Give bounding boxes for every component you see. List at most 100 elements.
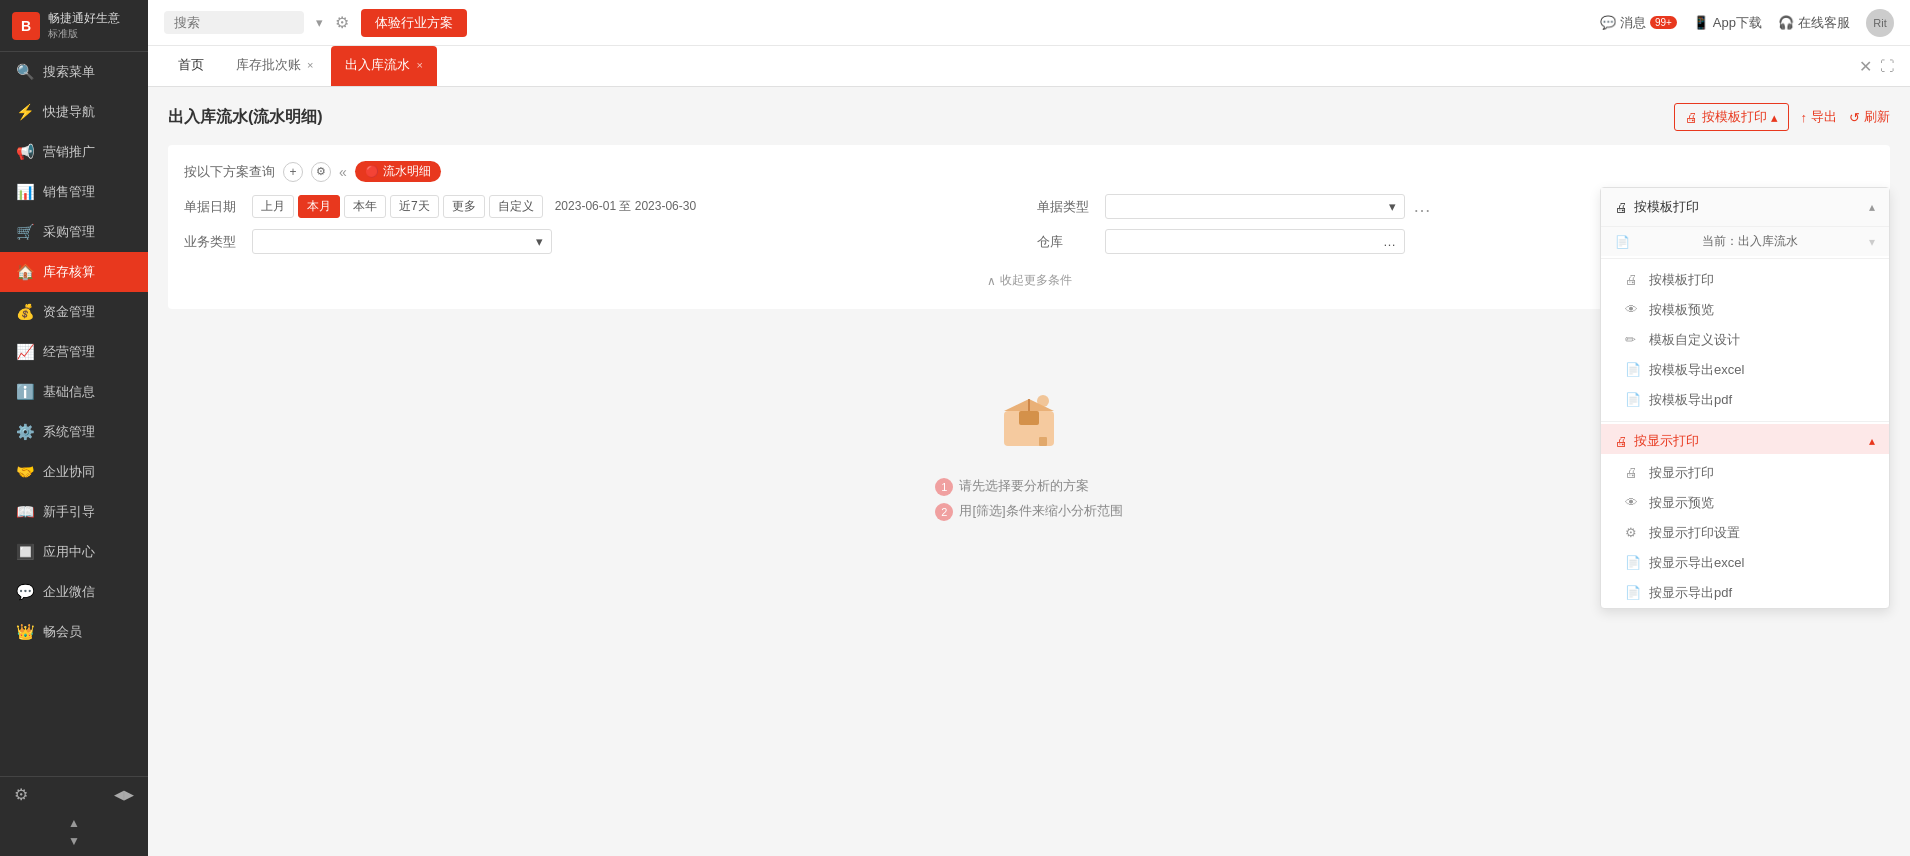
print-display-pdf-label: 按显示导出pdf xyxy=(1649,584,1732,602)
sidebar-item-guide[interactable]: 📖 新手引导 xyxy=(0,492,148,532)
date-btn-this-month[interactable]: 本月 xyxy=(298,195,340,218)
sidebar-item-operations[interactable]: 📈 经营管理 xyxy=(0,332,148,372)
sidebar-item-search[interactable]: 🔍 搜索菜单 xyxy=(0,52,148,92)
export-icon: ↑ xyxy=(1801,110,1808,125)
export-btn[interactable]: ↑ 导出 xyxy=(1801,108,1838,126)
print-item-display-print[interactable]: 🖨 按显示打印 xyxy=(1601,458,1889,488)
tabs-bar: 首页 库存批次账 × 出入库流水 × ✕ ⛶ xyxy=(148,46,1910,87)
online-service-btn[interactable]: 🎧 在线客服 xyxy=(1778,14,1850,32)
app-download-btn[interactable]: 📱 App下载 xyxy=(1693,14,1762,32)
page-title: 出入库流水(流水明细) xyxy=(168,107,323,128)
scroll-down-btn[interactable]: ▼ xyxy=(68,834,80,848)
print-item-template-export-pdf[interactable]: 📄 按模板导出pdf xyxy=(1601,385,1889,415)
sidebar-item-label: 采购管理 xyxy=(43,223,95,241)
print-display-settings-label: 按显示打印设置 xyxy=(1649,524,1740,542)
tip-text-1: 请先选择要分析的方案 xyxy=(959,477,1089,495)
sidebar-item-marketing[interactable]: 📢 营销推广 xyxy=(0,132,148,172)
tab-inout-flow-close[interactable]: × xyxy=(416,59,422,71)
print-item-display-preview[interactable]: 👁 按显示预览 xyxy=(1601,488,1889,518)
filter-tag-label: 流水明细 xyxy=(383,163,431,180)
print-item-template-preview[interactable]: 👁 按模板预览 xyxy=(1601,295,1889,325)
filter-collapse-icon[interactable]: « xyxy=(339,164,347,180)
trial-btn[interactable]: 体验行业方案 xyxy=(361,9,467,37)
date-btn-custom[interactable]: 自定义 xyxy=(489,195,543,218)
sidebar-item-sales[interactable]: 📊 销售管理 xyxy=(0,172,148,212)
print-item-template-custom[interactable]: ✏ 模板自定义设计 xyxy=(1601,325,1889,355)
tab-inout-flow[interactable]: 出入库流水 × xyxy=(331,46,436,86)
sidebar-item-vip[interactable]: 👑 畅会员 xyxy=(0,612,148,652)
sidebar-item-inventory[interactable]: 🏠 库存核算 xyxy=(0,252,148,292)
filter-doctype-more[interactable]: … xyxy=(1413,196,1431,217)
sidebar-item-basic[interactable]: ℹ️ 基础信息 xyxy=(0,372,148,412)
sidebar-item-purchase[interactable]: 🛒 采购管理 xyxy=(0,212,148,252)
refresh-icon: ↺ xyxy=(1849,110,1860,125)
sidebar-item-quick-nav[interactable]: ⚡ 快捷导航 xyxy=(0,92,148,132)
sidebar-item-appcenter[interactable]: 🔲 应用中心 xyxy=(0,532,148,572)
print-display-group-title: 🖨 按显示打印 xyxy=(1615,432,1699,450)
print-item-display-export-excel[interactable]: 📄 按显示导出excel xyxy=(1601,548,1889,578)
finance-icon: 💰 xyxy=(16,303,35,321)
scroll-up-btn[interactable]: ▲ xyxy=(68,816,80,830)
tab-home[interactable]: 首页 xyxy=(164,46,218,86)
print-item-display-print-settings[interactable]: ⚙ 按显示打印设置 xyxy=(1601,518,1889,548)
sidebar-settings-icon[interactable]: ⚙ xyxy=(14,785,28,804)
page-content: 出入库流水(流水明细) 🖨 按模板打印 ▴ ↑ 导出 ↺ 刷新 xyxy=(148,87,1910,856)
printer-icon: 🖨 xyxy=(1685,110,1698,125)
filter-warehouse-label: 仓库 xyxy=(1037,233,1097,251)
print-item-template-print[interactable]: 🖨 按模板打印 xyxy=(1601,265,1889,295)
sidebar-item-system[interactable]: ⚙️ 系统管理 xyxy=(0,412,148,452)
print-dropdown-collapse-arrow[interactable]: ▴ xyxy=(1869,200,1875,214)
appcenter-icon: 🔲 xyxy=(16,543,35,561)
sidebar-item-finance[interactable]: 💰 资金管理 xyxy=(0,292,148,332)
date-btn-this-year[interactable]: 本年 xyxy=(344,195,386,218)
print-dropdown-title: 🖨 按模板打印 xyxy=(1615,198,1699,216)
date-btn-last-month[interactable]: 上月 xyxy=(252,195,294,218)
filter-biztype-select[interactable]: ▾ xyxy=(252,229,552,254)
print-tpl-custom-label: 模板自定义设计 xyxy=(1649,331,1740,349)
collapse-label: 收起更多条件 xyxy=(1000,272,1072,289)
filter-settings-btn[interactable]: ⚙ xyxy=(311,162,331,182)
close-window-btn[interactable]: ✕ xyxy=(1859,57,1872,76)
refresh-btn[interactable]: ↺ 刷新 xyxy=(1849,108,1890,126)
print-display-group-header[interactable]: 🖨 按显示打印 ▴ xyxy=(1601,424,1889,454)
tab-inventory-batch-close[interactable]: × xyxy=(307,59,313,71)
print-display-print-label: 按显示打印 xyxy=(1649,464,1714,482)
app-version: 标准版 xyxy=(48,27,120,41)
export-label: 导出 xyxy=(1811,108,1837,126)
excel-icon: 📄 xyxy=(1625,362,1641,378)
display-group-title-text: 按显示打印 xyxy=(1634,432,1699,450)
topbar: ▾ ⚙ 体验行业方案 💬 消息 99+ 📱 App下载 🎧 在线客服 Rit xyxy=(148,0,1910,46)
page-header: 出入库流水(流水明细) 🖨 按模板打印 ▴ ↑ 导出 ↺ 刷新 xyxy=(168,103,1890,131)
display-print-icon: 🖨 xyxy=(1625,465,1641,481)
sidebar-item-collab[interactable]: 🤝 企业协同 xyxy=(0,452,148,492)
sidebar-collapse-icon[interactable]: ◀▶ xyxy=(114,787,134,802)
print-tpl-icon: 🖨 xyxy=(1625,272,1641,288)
filter-add-btn[interactable]: + xyxy=(283,162,303,182)
collab-icon: 🤝 xyxy=(16,463,35,481)
print-dropdown-header: 🖨 按模板打印 ▴ xyxy=(1601,188,1889,227)
topbar-gear-icon[interactable]: ⚙ xyxy=(335,13,349,32)
search-dropdown-icon[interactable]: ▾ xyxy=(316,15,323,30)
filter-tag[interactable]: 🔴 流水明细 xyxy=(355,161,441,182)
app-name: 畅捷通好生意 xyxy=(48,10,120,27)
filter-doctype-select[interactable]: ▾ xyxy=(1105,194,1405,219)
sidebar-item-wechat[interactable]: 💬 企业微信 xyxy=(0,572,148,612)
print-title-text: 按模板打印 xyxy=(1634,198,1699,216)
search-input[interactable] xyxy=(164,11,304,34)
tab-inventory-batch[interactable]: 库存批次账 × xyxy=(222,46,327,86)
collapse-more-btn[interactable]: ∧ 收起更多条件 xyxy=(987,272,1072,289)
print-item-template-export-excel[interactable]: 📄 按模板导出excel xyxy=(1601,355,1889,385)
print-item-display-export-pdf[interactable]: 📄 按显示导出pdf xyxy=(1601,578,1889,608)
date-btn-more[interactable]: 更多 xyxy=(443,195,485,218)
messages-btn[interactable]: 💬 消息 99+ xyxy=(1600,14,1677,32)
maximize-window-btn[interactable]: ⛶ xyxy=(1880,58,1894,74)
app-download-label: App下载 xyxy=(1713,14,1762,32)
tab-inout-flow-label: 出入库流水 xyxy=(345,56,410,74)
display-preview-icon: 👁 xyxy=(1625,495,1641,511)
search-icon: 🔍 xyxy=(16,63,35,81)
date-btn-7days[interactable]: 近7天 xyxy=(390,195,439,218)
filter-warehouse-select[interactable]: … xyxy=(1105,229,1405,254)
print-tpl-pdf-label: 按模板导出pdf xyxy=(1649,391,1732,409)
user-avatar-btn[interactable]: Rit xyxy=(1866,9,1894,37)
print-template-btn[interactable]: 🖨 按模板打印 ▴ xyxy=(1674,103,1789,131)
